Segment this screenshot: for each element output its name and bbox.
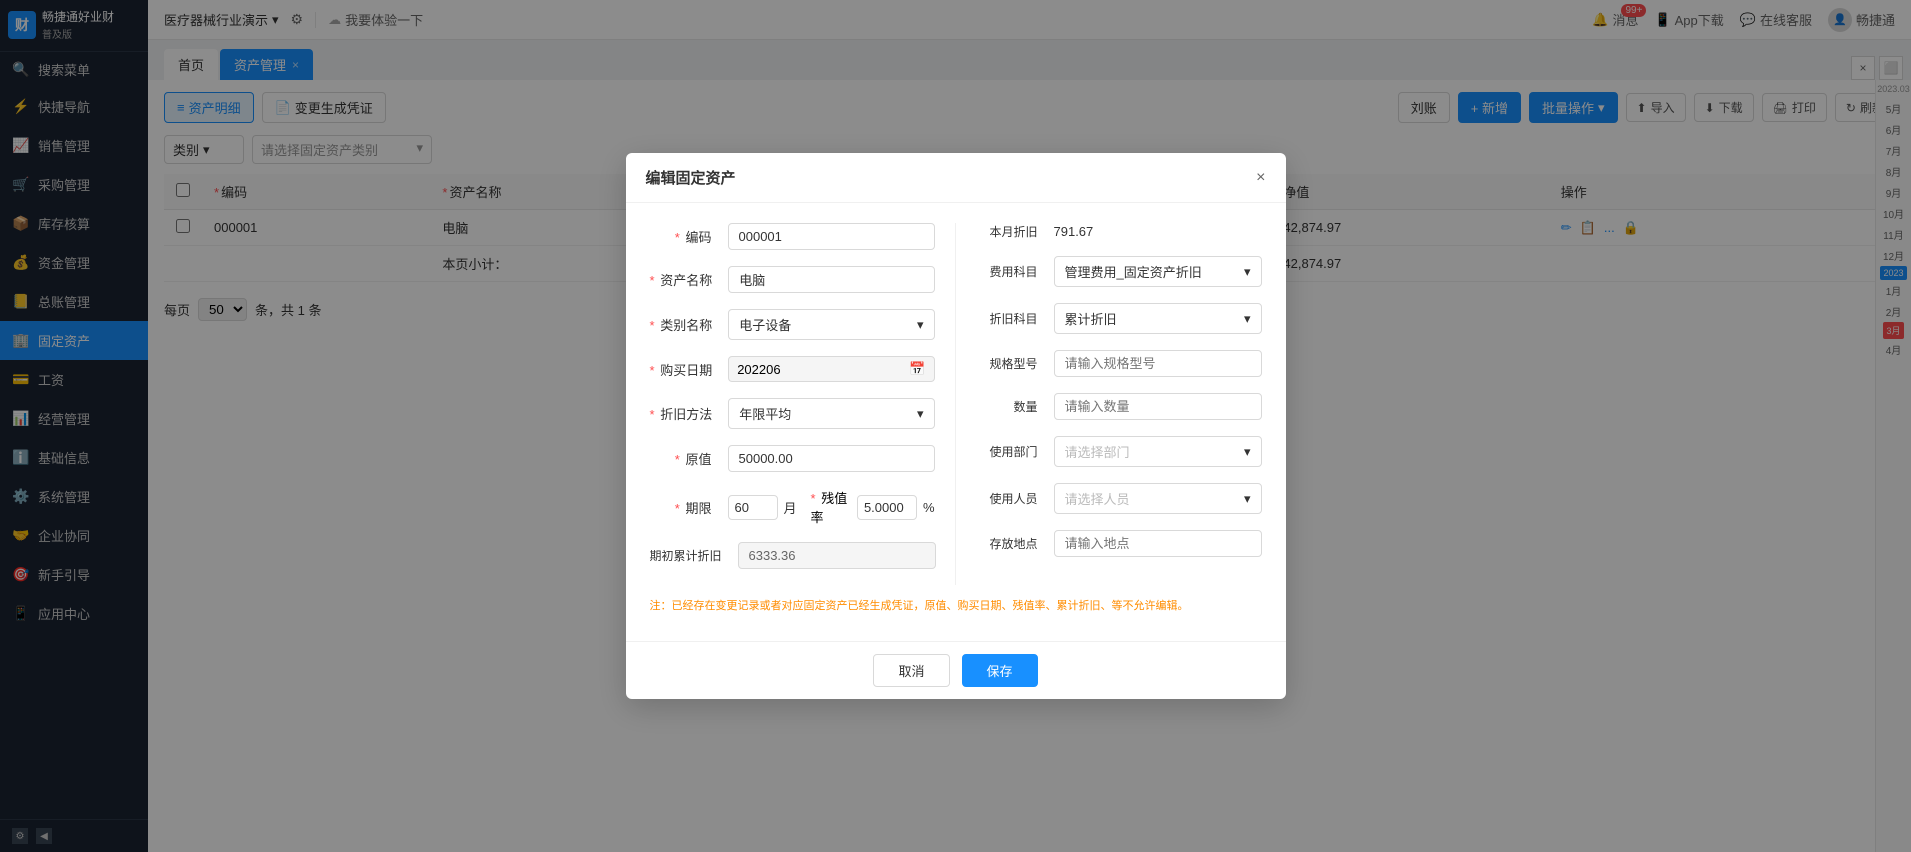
dropdown-chevron: ▾ bbox=[1244, 444, 1251, 460]
category-select[interactable]: 电子设备 ▾ bbox=[728, 309, 934, 340]
dropdown-chevron: ▾ bbox=[1244, 491, 1251, 507]
form-row-asset-name: * 资产名称 bbox=[650, 266, 935, 293]
form-grid: * 编码 * 资产名称 bbox=[650, 223, 1262, 585]
form-row-department: 使用部门 请选择部门 ▾ bbox=[976, 436, 1262, 467]
original-value-input[interactable] bbox=[728, 445, 935, 472]
residual-rate-input[interactable] bbox=[857, 495, 917, 520]
form-row-depreciation-method: * 折旧方法 年限平均 ▾ bbox=[650, 398, 935, 429]
modal-footer: 取消 保存 bbox=[626, 641, 1286, 699]
form-row-category: * 类别名称 电子设备 ▾ bbox=[650, 309, 935, 340]
form-row-quantity: 数量 bbox=[976, 393, 1262, 420]
dropdown-chevron: ▾ bbox=[1244, 311, 1251, 327]
form-row-code: * 编码 bbox=[650, 223, 935, 250]
modal-header: 编辑固定资产 × bbox=[626, 153, 1286, 203]
form-row-initial-depreciation: 期初累计折旧 bbox=[650, 542, 935, 569]
monthly-depreciation-value: 791.67 bbox=[1054, 224, 1262, 239]
form-row-depreciation-account: 折旧科目 累计折旧 ▾ bbox=[976, 303, 1262, 334]
dropdown-chevron: ▾ bbox=[1244, 264, 1251, 280]
modal-overlay: 编辑固定资产 × * 编码 bbox=[0, 0, 1911, 852]
cancel-button[interactable]: 取消 bbox=[873, 654, 949, 687]
form-left-col: * 编码 * 资产名称 bbox=[650, 223, 956, 585]
period-inline: 月 * 残值率 % bbox=[728, 488, 935, 526]
form-note: 注：已经存在变更记录或者对应固定资产已经生成凭证，原值、购买日期、残值率、累计折… bbox=[650, 589, 1262, 621]
user-select[interactable]: 请选择人员 ▾ bbox=[1054, 483, 1262, 514]
form-right-col: 本月折旧 791.67 费用科目 管理费用_固定资产折旧 ▾ bbox=[956, 223, 1262, 585]
save-button[interactable]: 保存 bbox=[962, 654, 1038, 687]
form-row-monthly-depreciation: 本月折旧 791.67 bbox=[976, 223, 1262, 240]
form-row-period: * 期限 月 * 残值率 % bbox=[650, 488, 935, 526]
spec-input[interactable] bbox=[1054, 350, 1262, 377]
dropdown-chevron: ▾ bbox=[917, 317, 924, 333]
edit-asset-modal: 编辑固定资产 × * 编码 bbox=[626, 153, 1286, 699]
code-input[interactable] bbox=[728, 223, 935, 250]
department-select[interactable]: 请选择部门 ▾ bbox=[1054, 436, 1262, 467]
form-row-spec: 规格型号 bbox=[976, 350, 1262, 377]
calendar-icon: 📅 bbox=[909, 361, 925, 377]
form-row-purchase-date: * 购买日期 202206 📅 bbox=[650, 356, 935, 382]
location-input[interactable] bbox=[1054, 530, 1262, 557]
modal-title: 编辑固定资产 bbox=[646, 167, 736, 188]
expense-account-select[interactable]: 管理费用_固定资产折旧 ▾ bbox=[1054, 256, 1262, 287]
depreciation-account-select[interactable]: 累计折旧 ▾ bbox=[1054, 303, 1262, 334]
purchase-date-field[interactable]: 202206 📅 bbox=[728, 356, 934, 382]
period-input[interactable] bbox=[728, 495, 778, 520]
form-row-expense-account: 费用科目 管理费用_固定资产折旧 ▾ bbox=[976, 256, 1262, 287]
modal-body: * 编码 * 资产名称 bbox=[626, 203, 1286, 641]
form-row-original-value: * 原值 bbox=[650, 445, 935, 472]
depreciation-method-select[interactable]: 年限平均 ▾ bbox=[728, 398, 934, 429]
asset-name-input[interactable] bbox=[728, 266, 934, 293]
quantity-input[interactable] bbox=[1054, 393, 1262, 420]
initial-depreciation-input[interactable] bbox=[738, 542, 936, 569]
form-row-user: 使用人员 请选择人员 ▾ bbox=[976, 483, 1262, 514]
dropdown-chevron: ▾ bbox=[917, 406, 924, 422]
modal-close-btn[interactable]: × bbox=[1256, 169, 1265, 187]
form-row-location: 存放地点 bbox=[976, 530, 1262, 557]
